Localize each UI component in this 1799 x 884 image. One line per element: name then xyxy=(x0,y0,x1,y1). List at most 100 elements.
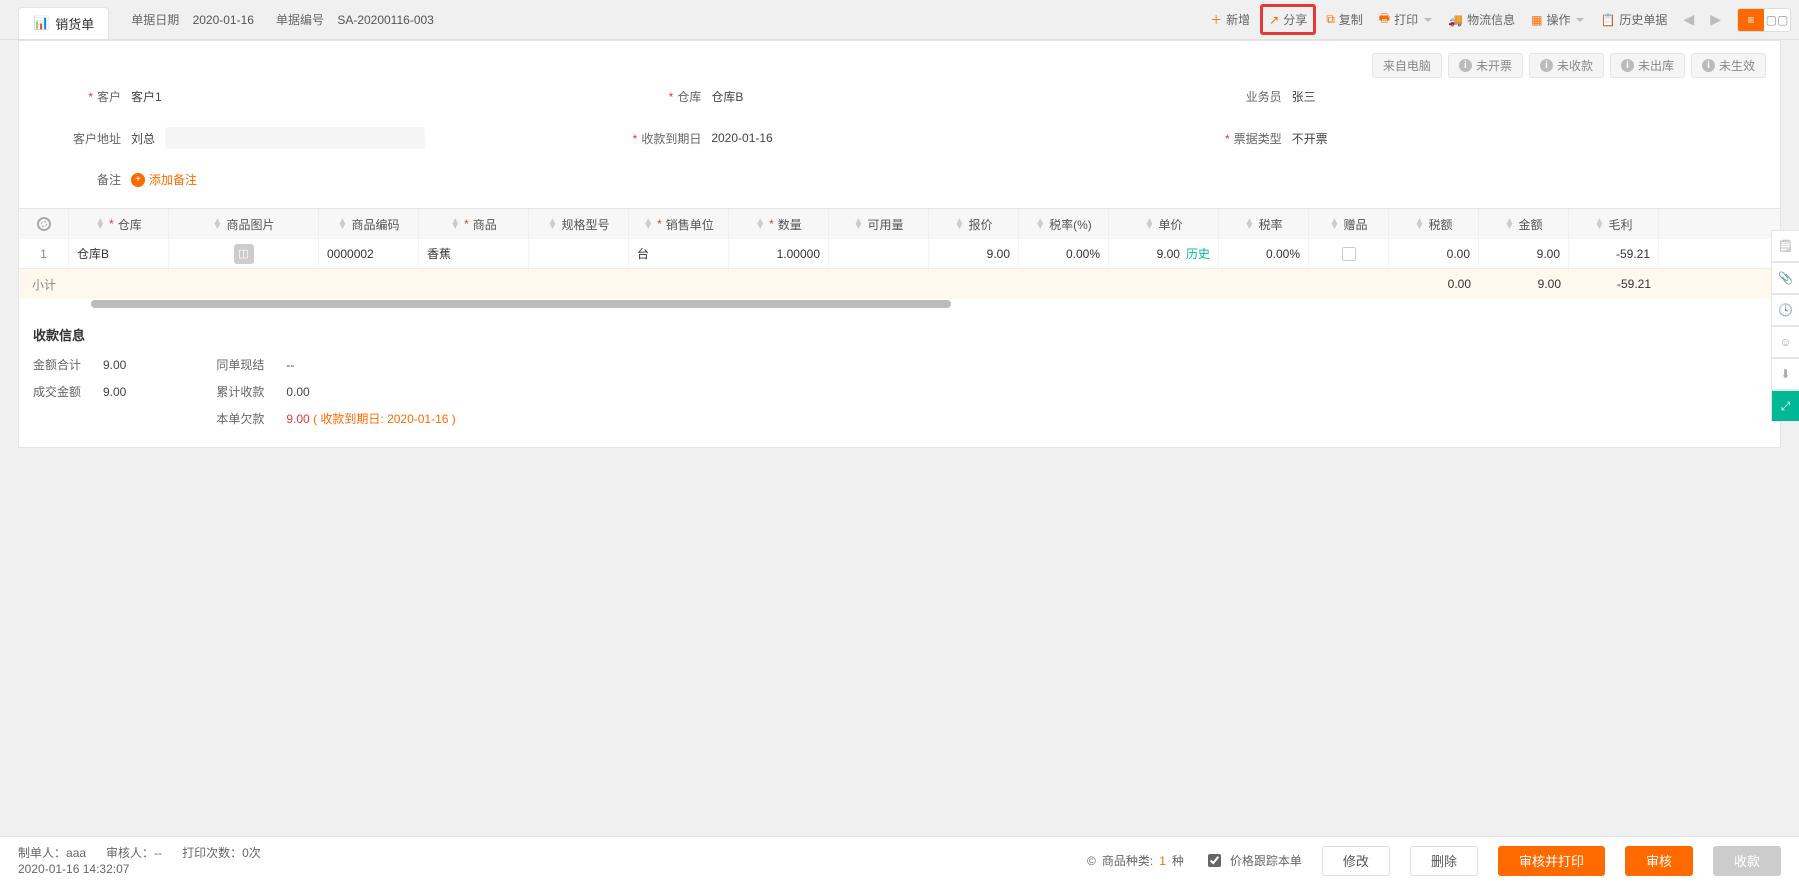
rail-expand[interactable]: ⤢ xyxy=(1771,390,1799,422)
rail-notes[interactable]: 🗒 xyxy=(1771,230,1799,262)
card-view-toggle[interactable]: ▢▢ xyxy=(1764,9,1790,31)
list-view-toggle[interactable]: ≡ xyxy=(1738,9,1764,31)
cell-spec xyxy=(529,239,629,268)
col-tax-rate[interactable]: ▲▼税率(%) xyxy=(1019,209,1109,239)
sales-order-icon: 📊 xyxy=(33,15,49,31)
side-rail: 🗒 📎 🕓 ☺ ⬇ ⤢ xyxy=(1771,230,1799,422)
prev-doc-button[interactable]: ◀ xyxy=(1677,7,1700,32)
total-amount: 金额合计9.00 xyxy=(33,356,126,373)
delete-button[interactable]: 删除 xyxy=(1410,846,1478,876)
col-qty[interactable]: ▲▼*数量 xyxy=(729,209,829,239)
col-profit[interactable]: ▲▼毛利 xyxy=(1569,209,1659,239)
col-warehouse[interactable]: ▲▼*仓库 xyxy=(69,209,169,239)
same-order-cash: 同单现结-- xyxy=(216,356,455,373)
subtotal-amount: 9.00 xyxy=(1479,269,1569,299)
field-customer: *客户 客户1 xyxy=(49,88,589,105)
cell-tax-rate: 0.00% xyxy=(1019,239,1109,268)
copy-button[interactable]: ⧉复制 xyxy=(1320,7,1369,32)
col-tax-pct[interactable]: ▲▼税率 xyxy=(1219,209,1309,239)
subtotal-tax: 0.00 xyxy=(1389,269,1479,299)
copyright-icon: © xyxy=(1087,854,1096,868)
payment-section: 收款信息 金额合计9.00 成交金额9.00 同单现结-- 累计收款0.00 本… xyxy=(19,309,1780,447)
col-unit[interactable]: ▲▼*销售单位 xyxy=(629,209,729,239)
settings-column[interactable] xyxy=(19,209,69,239)
copy-icon: ⧉ xyxy=(1326,12,1335,27)
follow-price-checkbox[interactable] xyxy=(1208,854,1221,867)
table-row[interactable]: 1 仓库B ◫ 0000002 香蕉 台 1.00000 9.00 0.00% … xyxy=(19,239,1780,269)
tag-no-receipt[interactable]: i未收款 xyxy=(1529,53,1604,78)
table-header: ▲▼*仓库 ▲▼商品图片 ▲▼商品编码 ▲▼*商品 ▲▼规格型号 ▲▼*销售单位… xyxy=(19,209,1780,239)
cell-unit: 台 xyxy=(629,239,729,268)
grid-icon: ▦ xyxy=(1531,13,1542,27)
gift-checkbox[interactable] xyxy=(1342,247,1356,261)
rail-log[interactable]: 🕓 xyxy=(1771,294,1799,326)
plus-circle-icon: + xyxy=(131,173,145,187)
paperclip-icon: 📎 xyxy=(1778,271,1793,285)
print-icon: 🖶 xyxy=(1379,9,1390,30)
rail-user[interactable]: ☺ xyxy=(1771,326,1799,358)
scrollbar-handle[interactable] xyxy=(91,300,951,308)
cell-product: 香蕉 xyxy=(419,239,529,268)
sort-icon: ▲▼ xyxy=(338,219,348,229)
next-doc-button[interactable]: ▶ xyxy=(1704,7,1727,32)
sort-icon: ▲▼ xyxy=(643,219,653,229)
follow-price-toggle[interactable]: 价格跟踪本单 xyxy=(1204,851,1302,870)
col-amount[interactable]: ▲▼金额 xyxy=(1479,209,1569,239)
add-remark-button[interactable]: + 添加备注 xyxy=(131,171,197,188)
row-index: 1 xyxy=(19,239,69,268)
price-history-link[interactable]: 历史 xyxy=(1186,245,1210,262)
col-product[interactable]: ▲▼*商品 xyxy=(419,209,529,239)
clock-icon: 🕓 xyxy=(1778,303,1793,317)
cell-profit: -59.21 xyxy=(1569,239,1659,268)
ops-button[interactable]: ▦操作 xyxy=(1525,7,1590,32)
sort-icon: ▲▼ xyxy=(1415,219,1425,229)
rail-attachment[interactable]: 📎 xyxy=(1771,262,1799,294)
col-spec[interactable]: ▲▼规格型号 xyxy=(529,209,629,239)
tag-not-effective[interactable]: i未生效 xyxy=(1691,53,1766,78)
plus-icon: ＋ xyxy=(1210,11,1222,28)
history-button[interactable]: 📋历史单据 xyxy=(1594,7,1673,32)
print-button[interactable]: 🖶打印 xyxy=(1373,5,1438,34)
cell-warehouse: 仓库B xyxy=(69,239,169,268)
sort-icon: ▲▼ xyxy=(548,219,558,229)
field-warehouse: *仓库 仓库B xyxy=(629,88,1169,105)
sort-icon: ▲▼ xyxy=(854,219,864,229)
tab-title: 销货单 xyxy=(55,14,94,33)
note-icon: 🗒 xyxy=(1778,239,1793,253)
footer-bar: 制单人：aaa 审核人：-- 打印次数：0次 2020-01-16 14:32:… xyxy=(0,836,1799,884)
field-address: 客户地址 刘总 xyxy=(49,127,589,149)
audit-print-button[interactable]: 审核并打印 xyxy=(1498,846,1605,876)
edit-button[interactable]: 修改 xyxy=(1322,846,1390,876)
user-icon: ☺ xyxy=(1779,335,1791,349)
sort-icon: ▲▼ xyxy=(1330,219,1340,229)
sort-icon: ▲▼ xyxy=(213,219,223,229)
deal-amount: 成交金额9.00 xyxy=(33,383,126,400)
col-gift[interactable]: ▲▼赠品 xyxy=(1309,209,1389,239)
share-button[interactable]: ↗分享 xyxy=(1260,4,1316,35)
cumulative-receipt: 累计收款0.00 xyxy=(216,383,455,400)
form-area: *客户 客户1 *仓库 仓库B 业务员 张三 客户地址 刘总 *收款到期日 20… xyxy=(19,78,1780,208)
new-button[interactable]: ＋新增 xyxy=(1204,7,1256,32)
rail-download[interactable]: ⬇ xyxy=(1771,358,1799,390)
tag-no-stockout[interactable]: i未出库 xyxy=(1610,53,1685,78)
cell-image[interactable]: ◫ xyxy=(169,239,319,268)
tag-no-invoice[interactable]: i未开票 xyxy=(1448,53,1523,78)
cell-gift[interactable] xyxy=(1309,239,1389,268)
audit-button[interactable]: 审核 xyxy=(1625,846,1693,876)
logistics-button[interactable]: 🚚物流信息 xyxy=(1442,7,1521,32)
col-unit-price[interactable]: ▲▼单价 xyxy=(1109,209,1219,239)
debt-line: 本单欠款 9.00 ( 收款到期日: 2020-01-16 ) xyxy=(216,410,455,427)
active-tab[interactable]: 📊 销货单 xyxy=(18,7,109,39)
toolbar-actions: ＋新增 ↗分享 ⧉复制 🖶打印 🚚物流信息 ▦操作 📋历史单据 ◀ ▶ ≡ ▢▢ xyxy=(1204,4,1791,35)
h-scrollbar[interactable] xyxy=(19,299,1780,309)
sort-icon: ▲▼ xyxy=(1245,219,1255,229)
col-sku[interactable]: ▲▼商品编码 xyxy=(319,209,419,239)
col-image[interactable]: ▲▼商品图片 xyxy=(169,209,319,239)
col-available[interactable]: ▲▼可用量 xyxy=(829,209,929,239)
field-due-date: *收款到期日 2020-01-16 xyxy=(629,127,1169,149)
download-icon: ⬇ xyxy=(1780,367,1790,381)
col-tax-amt[interactable]: ▲▼税额 xyxy=(1389,209,1479,239)
col-quote[interactable]: ▲▼报价 xyxy=(929,209,1019,239)
sort-icon: ▲▼ xyxy=(1595,219,1605,229)
field-invoice-type: *票据类型 不开票 xyxy=(1210,127,1750,149)
